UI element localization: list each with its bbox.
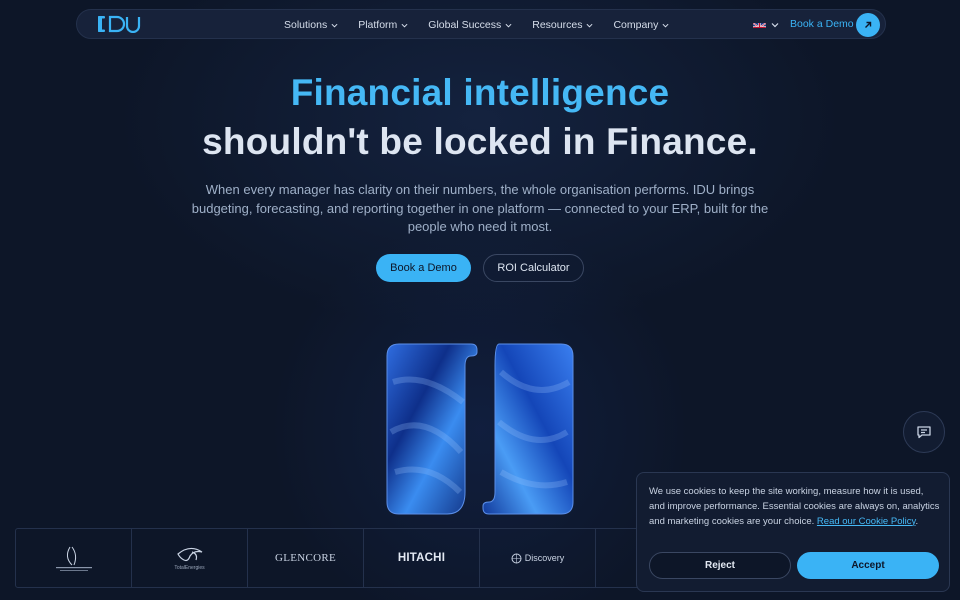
discovery-logo-icon: Discovery [480, 529, 596, 587]
nav-book-demo-button[interactable] [856, 13, 880, 37]
totalenergies-logo-icon: TotalEnergies [132, 529, 248, 587]
hero-headline-line2: shouldn't be locked in Finance. [202, 121, 758, 162]
chevron-down-icon [401, 23, 408, 28]
glencore-logo-icon: GLENCORE [248, 529, 364, 587]
cookie-text-end: . [915, 515, 919, 527]
arrow-up-right-icon [865, 21, 872, 28]
chat-button[interactable] [903, 411, 945, 453]
hero-subtext: When every manager has clarity on their … [191, 182, 769, 234]
hero-idu-mark-graphic [385, 342, 575, 517]
nav-item-resources[interactable]: Resources [532, 19, 593, 31]
chevron-down-icon [662, 23, 669, 28]
chevron-down-icon [586, 23, 593, 28]
logo-label: Discovery [524, 553, 565, 563]
chevron-down-icon[interactable] [771, 21, 779, 29]
nav-item-solutions[interactable]: Solutions [284, 19, 338, 31]
nav-item-label: Resources [532, 19, 583, 31]
nav-book-demo-link[interactable]: Book a Demo [790, 18, 854, 30]
cookie-reject-button[interactable]: Reject [649, 552, 791, 579]
logo-label: TotalEnergies [174, 564, 205, 571]
logo-label: GLENCORE [274, 552, 337, 564]
logo-label: HITACHI [397, 552, 446, 564]
nav-item-platform[interactable]: Platform [358, 19, 408, 31]
cookie-text: We use cookies to keep the site working,… [649, 485, 941, 529]
chevron-down-icon [331, 23, 338, 28]
idu-logo[interactable] [97, 15, 147, 33]
cookie-accept-button[interactable]: Accept [797, 552, 939, 579]
nav-item-label: Platform [358, 19, 398, 31]
nav-item-label: Company [613, 19, 659, 31]
nav-item-global-success[interactable]: Global Success [428, 19, 512, 31]
hero-headline-line1: Financial intelligence [290, 72, 670, 113]
nav-item-company[interactable]: Company [613, 19, 669, 31]
chevron-down-icon [505, 23, 512, 28]
roi-calculator-button[interactable]: ROI Calculator [483, 254, 584, 282]
book-demo-button[interactable]: Book a Demo [376, 254, 471, 282]
mine-logo-icon [16, 529, 132, 587]
cookie-banner: We use cookies to keep the site working,… [636, 472, 950, 592]
top-navigation: Solutions Platform Global Success Resour… [76, 9, 886, 39]
nav-item-label: Solutions [284, 19, 328, 31]
nav-item-label: Global Success [428, 19, 502, 31]
hitachi-logo-icon: HITACHI [364, 529, 480, 587]
uk-flag-icon[interactable] [753, 19, 766, 28]
main-menu: Solutions Platform Global Success Resour… [284, 10, 689, 40]
chat-icon [917, 426, 931, 439]
cookie-policy-link[interactable]: Read our Cookie Policy [817, 516, 916, 527]
